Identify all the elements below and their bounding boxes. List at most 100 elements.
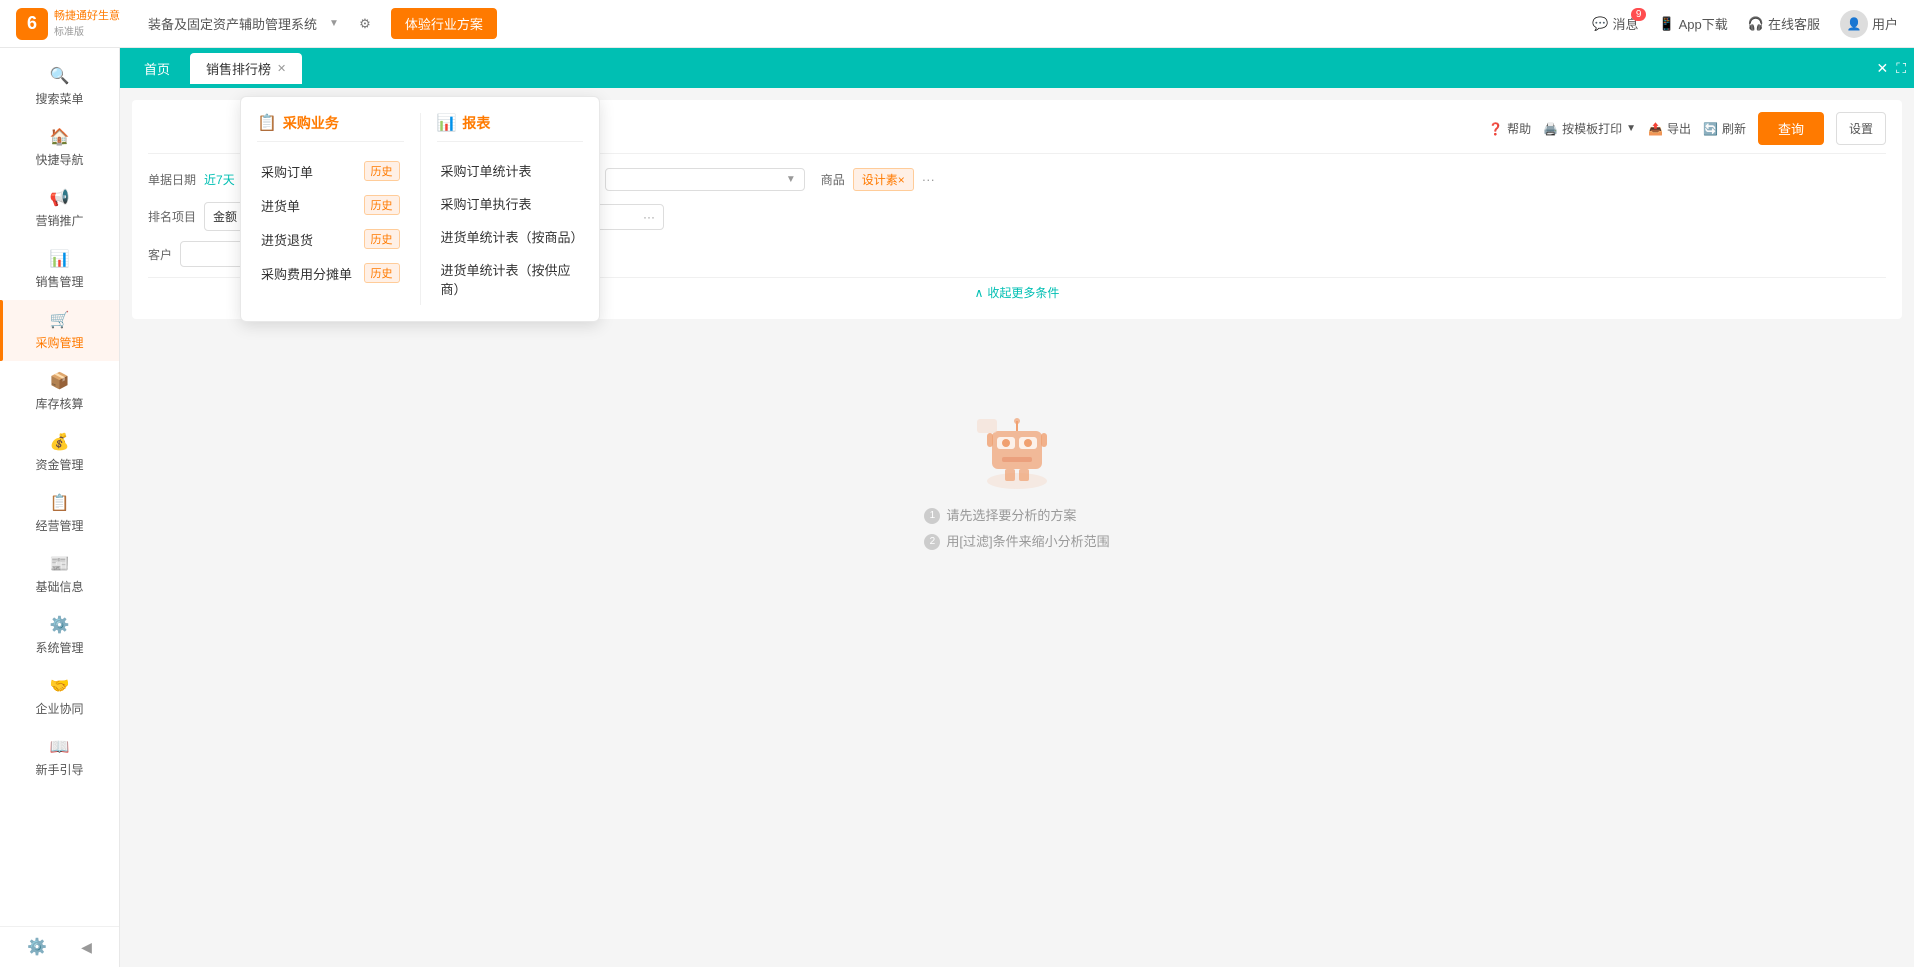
purchase-business-column: 📋 采购业务 采购订单 历史 进货单 历史 进货退货 历史 xyxy=(257,113,404,305)
sidebar-item-quick-nav[interactable]: 🏠 快捷导航 xyxy=(0,117,119,178)
industry-button[interactable]: 体验行业方案 xyxy=(391,8,497,39)
home-icon: 🏠 xyxy=(50,127,70,147)
expense-history-badge: 历史 xyxy=(364,263,400,283)
menu-item-purchase-order[interactable]: 采购订单 历史 xyxy=(257,154,404,188)
tab-close-all-icon[interactable]: ✕ xyxy=(1876,60,1888,77)
sidebar-item-search-label: 搜索菜单 xyxy=(35,90,83,107)
sidebar-item-guide[interactable]: 📖 新手引导 xyxy=(0,727,119,788)
sidebar-nav: 🔍 搜索菜单 🏠 快捷导航 📢 营销推广 📊 销售管理 🛒 xyxy=(0,48,119,926)
report-title-text: 报表 xyxy=(462,113,490,133)
export-icon: 📤 xyxy=(1648,122,1663,136)
business-title-text: 采购业务 xyxy=(283,113,339,133)
enterprise-icon: 🤝 xyxy=(50,676,70,696)
business-col-icon: 📋 xyxy=(257,113,277,133)
system-dropdown-btn[interactable]: ▼ xyxy=(329,18,339,29)
logo-area: 6 畅捷通好生意 标准版 xyxy=(16,8,136,40)
tab-home[interactable]: 首页 xyxy=(128,53,186,84)
settings-button[interactable]: 设置 xyxy=(1836,112,1886,145)
sidebar-item-system-label: 系统管理 xyxy=(35,639,83,656)
user-action[interactable]: 👤 用户 xyxy=(1840,10,1898,38)
sidebar-item-basic-label: 基础信息 xyxy=(35,578,83,595)
tab-active-label: 销售排行榜 xyxy=(206,59,271,78)
query-button[interactable]: 查询 xyxy=(1758,112,1824,145)
rank-filter-label: 排名项目 xyxy=(148,208,196,225)
dropdown-arrow-icon: ▼ xyxy=(329,18,339,29)
online-service-label: 在线客服 xyxy=(1768,14,1820,33)
message-action[interactable]: 💬 消息 9 xyxy=(1592,14,1638,33)
header-settings-icon[interactable]: ⚙ xyxy=(351,10,379,38)
app-download-label: App下载 xyxy=(1679,14,1728,33)
print-icon: 🖨️ xyxy=(1543,122,1558,136)
online-service-action[interactable]: 🎧 在线客服 xyxy=(1748,14,1820,33)
hint2-num: 2 xyxy=(924,534,940,550)
sidebar-item-inventory[interactable]: 📦 库存核算 xyxy=(0,361,119,422)
empty-hint-2: 2 用[过滤]条件来缩小分析范围 xyxy=(924,529,1109,555)
sidebar-item-operation[interactable]: 📋 经营管理 xyxy=(0,483,119,544)
sidebar-item-enterprise[interactable]: 🤝 企业协同 xyxy=(0,666,119,727)
inventory-icon: 📦 xyxy=(50,371,70,391)
goods-more-dots[interactable]: ··· xyxy=(922,172,935,187)
menu-item-expense[interactable]: 采购费用分摊单 历史 xyxy=(257,256,404,290)
status-select[interactable]: ▼ xyxy=(605,168,805,191)
refresh-btn[interactable]: 🔄 刷新 xyxy=(1703,120,1746,137)
print-label: 按模板打印 xyxy=(1562,120,1622,137)
help-btn[interactable]: ❓ 帮助 xyxy=(1488,120,1531,137)
sidebar-settings-btn[interactable]: ⚙️ xyxy=(27,937,47,957)
content-area: 首页 销售排行榜 ✕ ✕ ⛶ ❓ xyxy=(120,48,1914,967)
marketing-icon: 📢 xyxy=(50,188,70,208)
empty-text: 1 请先选择要分析的方案 2 用[过滤]条件来缩小分析范围 xyxy=(924,503,1109,555)
sidebar-item-search[interactable]: 🔍 搜索菜单 xyxy=(0,56,119,117)
sidebar-item-basic[interactable]: 📰 基础信息 xyxy=(0,544,119,605)
app-download-action[interactable]: 📱 App下载 xyxy=(1658,14,1727,33)
expense-label: 采购费用分摊单 xyxy=(261,264,352,283)
logo-text: 畅捷通好生意 xyxy=(54,9,120,23)
refresh-icon: 🔄 xyxy=(1703,122,1718,136)
tab-sales-ranking[interactable]: 销售排行榜 ✕ xyxy=(190,53,302,84)
export-btn[interactable]: 📤 导出 xyxy=(1648,120,1691,137)
goods-filter-group: 商品 设计素× ··· xyxy=(821,168,935,191)
menu-item-order-stats[interactable]: 采购订单统计表 xyxy=(437,154,584,187)
sidebar-collapse-btn[interactable]: ◀ xyxy=(81,939,92,956)
empty-icon xyxy=(967,411,1067,491)
menu-item-inbound-stats-supplier[interactable]: 进货单统计表（按供应商） xyxy=(437,253,584,305)
purchase-icon: 🛒 xyxy=(50,310,70,330)
inbound-label: 进货单 xyxy=(261,196,300,215)
print-btn[interactable]: 🖨️ 按模板打印 ▼ xyxy=(1543,120,1636,137)
menu-item-return-goods[interactable]: 进货退货 历史 xyxy=(257,222,404,256)
top-header: 6 畅捷通好生意 标准版 装备及固定资产辅助管理系统 ▼ ⚙ 体验行业方案 💬 … xyxy=(0,0,1914,48)
active-indicator xyxy=(0,300,3,361)
sidebar-item-finance[interactable]: 💰 资金管理 xyxy=(0,422,119,483)
sidebar-item-inventory-label: 库存核算 xyxy=(35,395,83,412)
message-badge: 9 xyxy=(1631,8,1647,21)
headset-icon: 🎧 xyxy=(1748,16,1764,32)
tab-expand-icon[interactable]: ⛶ xyxy=(1896,60,1906,77)
sidebar-item-marketing[interactable]: 📢 营销推广 xyxy=(0,178,119,239)
logo-text-area: 畅捷通好生意 标准版 xyxy=(54,9,120,38)
menu-item-order-exec[interactable]: 采购订单执行表 xyxy=(437,187,584,220)
return-goods-label: 进货退货 xyxy=(261,230,313,249)
sales-icon: 📊 xyxy=(50,249,70,269)
menu-item-inbound[interactable]: 进货单 历史 xyxy=(257,188,404,222)
sidebar-item-sales[interactable]: 📊 销售管理 xyxy=(0,239,119,300)
menu-item-inbound-stats-goods[interactable]: 进货单统计表（按商品） xyxy=(437,220,584,253)
purchase-order-label: 采购订单 xyxy=(261,162,313,181)
purchase-report-title: 📊 报表 xyxy=(437,113,584,142)
tab-close-icon[interactable]: ✕ xyxy=(277,62,286,75)
menu-divider xyxy=(420,113,421,305)
rank-select-value: 金额 xyxy=(213,208,237,225)
sidebar-item-system[interactable]: ⚙️ 系统管理 xyxy=(0,605,119,666)
goods-tag[interactable]: 设计素× xyxy=(853,168,914,191)
main-layout: 🔍 搜索菜单 🏠 快捷导航 📢 营销推广 📊 销售管理 🛒 xyxy=(0,48,1914,967)
sidebar-item-purchase[interactable]: 🛒 采购管理 xyxy=(0,300,119,361)
staff-dots[interactable]: ··· xyxy=(643,210,655,224)
purchase-report-column: 📊 报表 采购订单统计表 采购订单执行表 进货单统计表（按商品） 进货单统计表（… xyxy=(437,113,584,305)
sidebar-bottom: ⚙️ ◀ xyxy=(0,926,119,967)
status-dropdown-icon: ▼ xyxy=(786,174,796,185)
empty-hint-1: 1 请先选择要分析的方案 xyxy=(924,503,1109,529)
report-col-icon: 📊 xyxy=(437,113,457,133)
date-filter-label: 单据日期 xyxy=(148,171,196,188)
date-shortcut-7days[interactable]: 近7天 xyxy=(204,171,235,188)
sidebar-item-purchase-label: 采购管理 xyxy=(35,334,83,351)
tab-bar-right: ✕ ⛶ xyxy=(1876,60,1906,77)
help-icon: ❓ xyxy=(1488,122,1503,136)
